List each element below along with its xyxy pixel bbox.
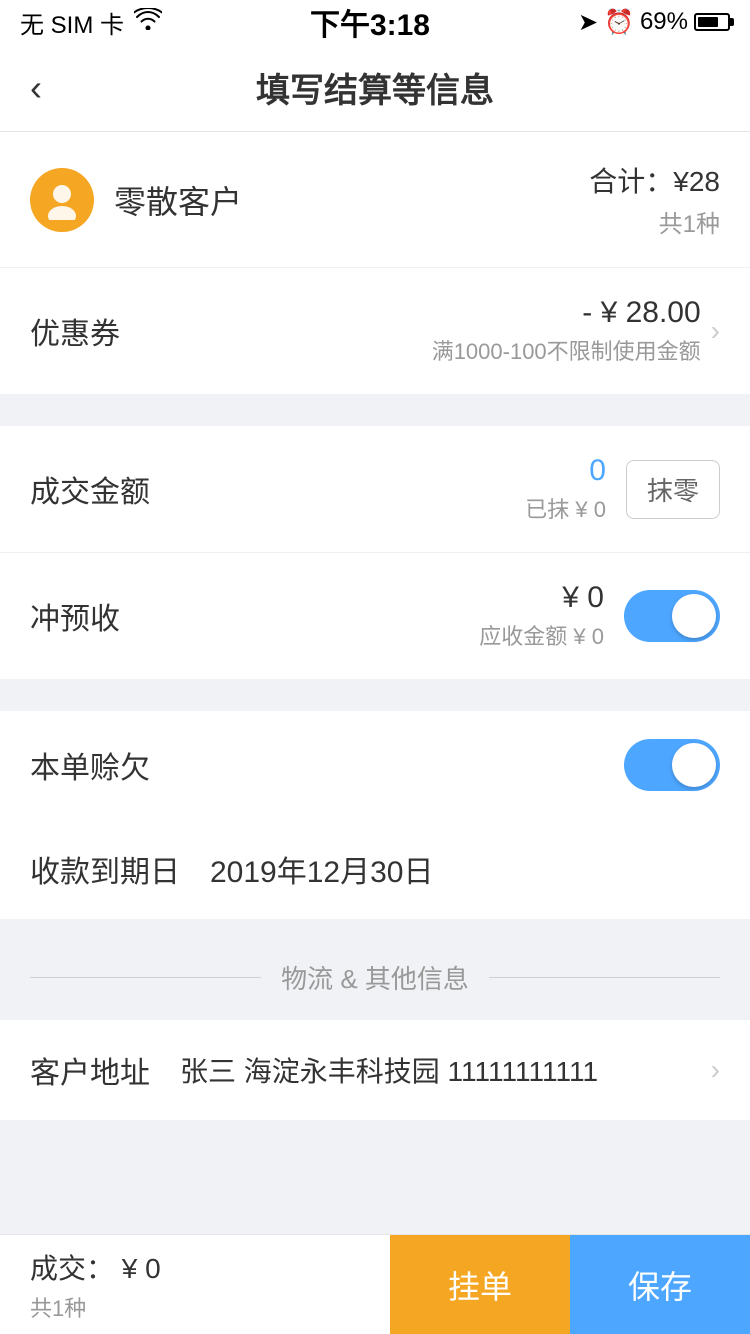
no-sim-label: 无 SIM 卡 [20, 5, 124, 40]
due-date-label: 收款到期日 [30, 847, 180, 891]
coupon-right: - ¥ 28.00 满1000-100不限制使用金额 › [432, 296, 720, 366]
logistics-label: 物流 & 其他信息 [281, 959, 469, 996]
address-chevron-icon: › [711, 1054, 720, 1086]
coupon-info: - ¥ 28.00 满1000-100不限制使用金额 [432, 296, 701, 366]
back-button[interactable]: ‹ [30, 67, 42, 109]
deal-amount-label: 成交金额 [30, 467, 150, 511]
toggle-knob [672, 594, 716, 638]
debt-row: 本单赊欠 [0, 711, 750, 819]
avatar [30, 168, 94, 232]
debt-section: 本单赊欠 收款到期日 2019年12月30日 [0, 711, 750, 919]
address-label: 客户地址 [30, 1048, 150, 1092]
round-zero-button[interactable]: 抹零 [626, 460, 720, 519]
customer-left: 零散客户 [30, 168, 242, 232]
save-button-label: 保存 [628, 1262, 692, 1308]
bottom-info: 成交： ¥ 0 共1种 [0, 1235, 390, 1334]
battery-icon [694, 13, 730, 31]
address-row[interactable]: 客户地址 张三 海淀永丰科技园 11111111111 › [0, 1020, 750, 1120]
address-section: 客户地址 张三 海淀永丰科技园 11111111111 › [0, 1020, 750, 1120]
debt-toggle[interactable] [624, 739, 720, 791]
prepay-toggle[interactable] [624, 590, 720, 642]
prepay-label: 冲预收 [30, 594, 120, 638]
bottom-count: 共1种 [30, 1291, 360, 1323]
address-value: 张三 海淀永丰科技园 11111111111 [180, 1050, 711, 1090]
bottom-deal-label: 成交： [30, 1253, 114, 1284]
logistics-header: 物流 & 其他信息 [0, 935, 750, 1020]
hold-button-label: 挂单 [448, 1262, 512, 1308]
status-bar: 无 SIM 卡 下午3:18 ➤ ⏰ 69% [0, 0, 750, 44]
deal-amount-row: 成交金额 0 已抹 ¥ 0 抹零 [0, 426, 750, 553]
bottom-spacer [0, 1136, 750, 1246]
status-bar-left: 无 SIM 卡 [20, 5, 162, 40]
deal-prepay-section: 成交金额 0 已抹 ¥ 0 抹零 冲预收 ¥ 0 应收金额 ¥ 0 [0, 426, 750, 679]
bottom-deal: 成交： ¥ 0 [30, 1247, 360, 1287]
status-bar-time: 下午3:18 [310, 0, 430, 44]
coupon-description: 满1000-100不限制使用金额 [432, 334, 701, 366]
coupon-label: 优惠券 [30, 309, 120, 353]
customer-right: 合计：¥28 共1种 [589, 160, 720, 239]
wifi-icon [134, 8, 162, 37]
status-bar-right: ➤ ⏰ 69% [578, 8, 730, 37]
deal-amount-right: 0 已抹 ¥ 0 抹零 [525, 454, 720, 524]
coupon-row[interactable]: 优惠券 - ¥ 28.00 满1000-100不限制使用金额 › [0, 267, 750, 394]
due-date-value: 2019年12月30日 [210, 847, 433, 891]
deal-amount-col: 0 已抹 ¥ 0 [525, 454, 606, 524]
deal-amount-value: 0 [525, 454, 606, 488]
bottom-deal-value: ¥ 0 [122, 1253, 161, 1284]
page-title: 填写结算等信息 [256, 63, 494, 112]
customer-total: 合计：¥28 [589, 160, 720, 200]
divider-2 [0, 695, 750, 711]
prepay-info: ¥ 0 应收金额 ¥ 0 [479, 581, 604, 651]
prepay-right-area: ¥ 0 应收金额 ¥ 0 [479, 581, 720, 651]
location-icon: ➤ [578, 8, 598, 37]
coupon-discount: - ¥ 28.00 [432, 296, 701, 330]
nav-bar: ‹ 填写结算等信息 [0, 44, 750, 132]
customer-section: 零散客户 合计：¥28 共1种 优惠券 - ¥ 28.00 满1000-100不… [0, 132, 750, 394]
debt-label: 本单赊欠 [30, 743, 150, 787]
prepay-amount: ¥ 0 [479, 581, 604, 615]
customer-count: 共1种 [589, 204, 720, 239]
customer-name: 零散客户 [114, 177, 242, 223]
due-date-row: 收款到期日 2019年12月30日 [0, 819, 750, 919]
battery-label: 69% [640, 8, 688, 36]
bottom-bar: 成交： ¥ 0 共1种 挂单 保存 [0, 1234, 750, 1334]
divider-1 [0, 410, 750, 426]
save-button[interactable]: 保存 [570, 1235, 750, 1334]
prepay-row: 冲预收 ¥ 0 应收金额 ¥ 0 [0, 553, 750, 679]
prepay-receivable: 应收金额 ¥ 0 [479, 619, 604, 651]
hold-button[interactable]: 挂单 [390, 1235, 570, 1334]
debt-toggle-knob [672, 743, 716, 787]
chevron-right-icon: › [711, 315, 720, 347]
deal-amount-sub: 已抹 ¥ 0 [525, 492, 606, 524]
alarm-icon: ⏰ [604, 8, 634, 37]
customer-row: 零散客户 合计：¥28 共1种 [0, 132, 750, 267]
